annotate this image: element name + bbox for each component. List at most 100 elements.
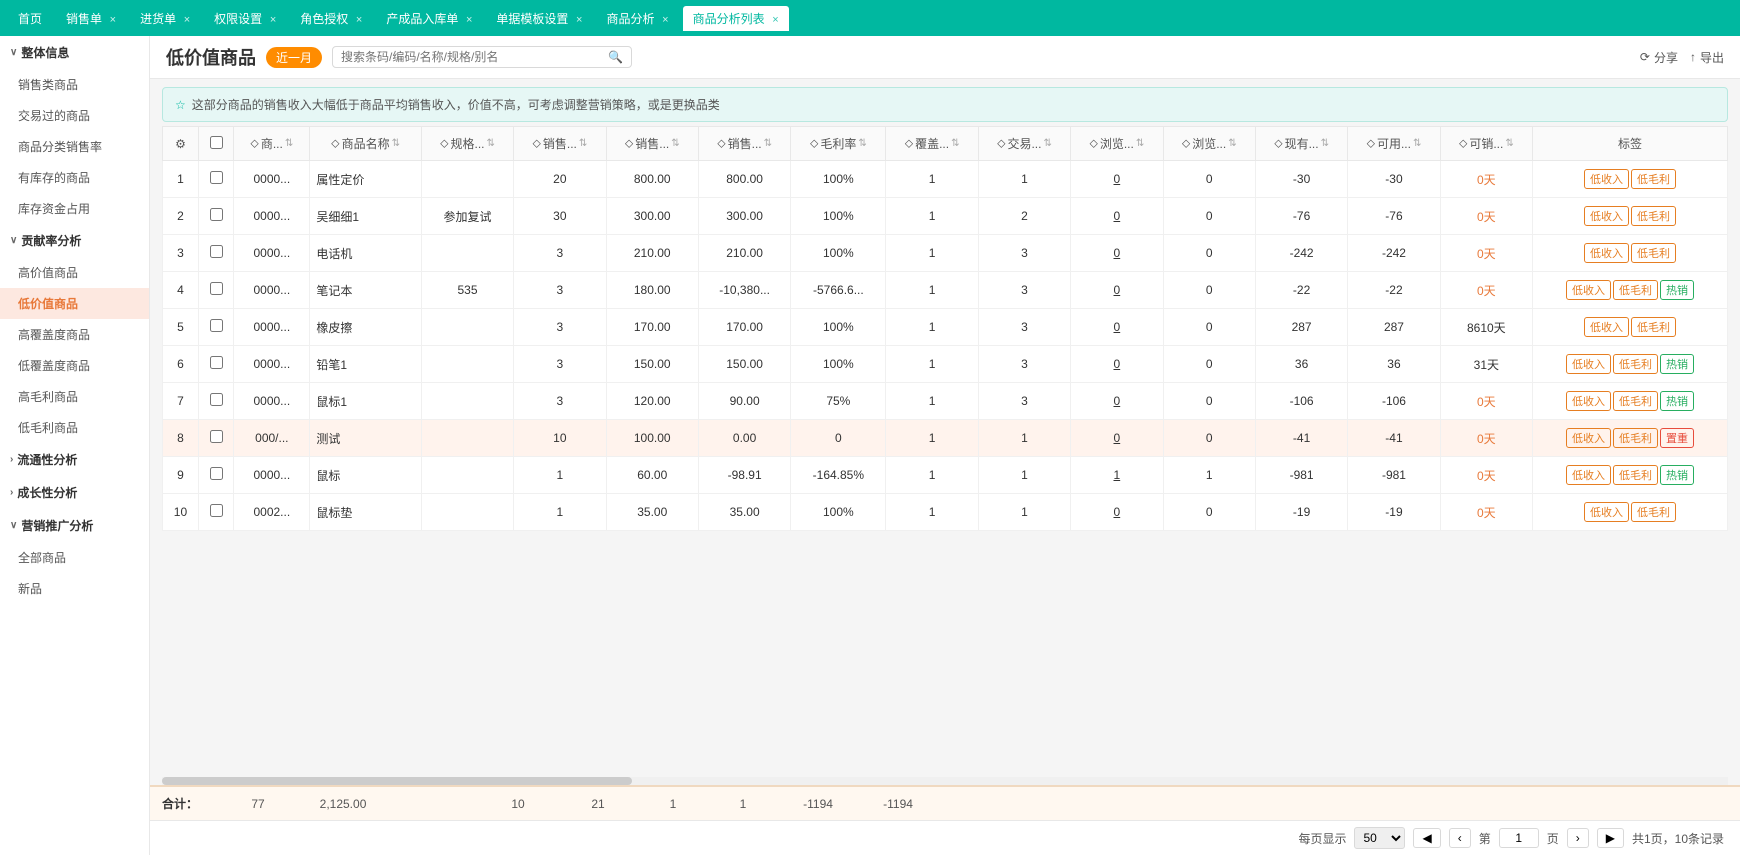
sidebar-item-low-margin[interactable]: 低毛利商品 bbox=[0, 412, 149, 443]
col-settings[interactable]: ⚙ bbox=[163, 127, 199, 161]
col-tags[interactable]: 标签 bbox=[1533, 127, 1728, 161]
row-checkbox[interactable] bbox=[210, 208, 223, 221]
select-all-checkbox[interactable] bbox=[210, 136, 223, 149]
view1-link[interactable]: 1 bbox=[1114, 468, 1121, 482]
share-button[interactable]: ⟳ 分享 bbox=[1640, 49, 1678, 66]
nav-tab-permissions[interactable]: 权限设置 × bbox=[204, 6, 286, 31]
view1-link[interactable]: 0 bbox=[1114, 283, 1121, 297]
cell-checkbox[interactable] bbox=[198, 198, 233, 235]
search-icon[interactable]: 🔍 bbox=[608, 50, 623, 64]
page-number-input[interactable] bbox=[1499, 828, 1539, 848]
nav-tab-product-analysis-list[interactable]: 商品分析列表 × bbox=[683, 6, 789, 31]
cell-view1[interactable]: 0 bbox=[1071, 309, 1163, 346]
sidebar-section-overall[interactable]: ∨ 整体信息 bbox=[0, 36, 149, 69]
nav-tab-home[interactable]: 首页 bbox=[8, 6, 52, 31]
col-current-stock[interactable]: ⬦ 现有... ⇅ bbox=[1255, 127, 1347, 161]
row-checkbox[interactable] bbox=[210, 282, 223, 295]
row-checkbox[interactable] bbox=[210, 430, 223, 443]
row-checkbox[interactable] bbox=[210, 171, 223, 184]
export-button[interactable]: ↑ 导出 bbox=[1690, 49, 1724, 66]
col-name[interactable]: ⬦ 商品名称 ⇅ bbox=[310, 127, 421, 161]
view1-link[interactable]: 0 bbox=[1114, 246, 1121, 260]
close-product-analysis-list-tab-icon[interactable]: × bbox=[772, 14, 778, 26]
col-sellable[interactable]: ⬦ 可销... ⇅ bbox=[1440, 127, 1532, 161]
view1-link[interactable]: 0 bbox=[1114, 394, 1121, 408]
cell-checkbox[interactable] bbox=[198, 309, 233, 346]
row-checkbox[interactable] bbox=[210, 319, 223, 332]
cell-checkbox[interactable] bbox=[198, 235, 233, 272]
sidebar-item-high-coverage[interactable]: 高覆盖度商品 bbox=[0, 319, 149, 350]
cell-view1[interactable]: 0 bbox=[1071, 420, 1163, 457]
cell-view1[interactable]: 0 bbox=[1071, 161, 1163, 198]
nav-tab-purchase[interactable]: 进货单 × bbox=[130, 6, 200, 31]
close-sales-tab-icon[interactable]: × bbox=[110, 14, 116, 26]
cell-view1[interactable]: 0 bbox=[1071, 494, 1163, 531]
close-product-analysis-tab-icon[interactable]: × bbox=[662, 14, 668, 26]
sidebar-section-contribution[interactable]: ∨ 贡献率分析 bbox=[0, 224, 149, 257]
nav-tab-sales[interactable]: 销售单 × bbox=[56, 6, 126, 31]
sidebar-section-growth[interactable]: › 成长性分析 bbox=[0, 476, 149, 509]
page-size-select[interactable]: 50 10 20 100 bbox=[1354, 827, 1405, 849]
cell-checkbox[interactable] bbox=[198, 346, 233, 383]
close-product-storage-tab-icon[interactable]: × bbox=[466, 14, 472, 26]
cell-view1[interactable]: 1 bbox=[1071, 457, 1163, 494]
view1-link[interactable]: 0 bbox=[1114, 209, 1121, 223]
col-checkbox-header[interactable] bbox=[198, 127, 233, 161]
col-sales-amount[interactable]: ⬦ 销售... ⇅ bbox=[606, 127, 698, 161]
close-roles-tab-icon[interactable]: × bbox=[356, 14, 362, 26]
col-view1[interactable]: ⬦ 浏览... ⇅ bbox=[1071, 127, 1163, 161]
search-input[interactable] bbox=[341, 50, 608, 64]
close-purchase-tab-icon[interactable]: × bbox=[184, 14, 190, 26]
row-checkbox[interactable] bbox=[210, 504, 223, 517]
sidebar-item-high-value[interactable]: 高价值商品 bbox=[0, 257, 149, 288]
sidebar-item-high-margin[interactable]: 高毛利商品 bbox=[0, 381, 149, 412]
sidebar-item-new-products[interactable]: 新品 bbox=[0, 573, 149, 604]
scrollbar-thumb[interactable] bbox=[162, 777, 632, 785]
col-gross-margin[interactable]: ⬦ 毛利率 ⇅ bbox=[791, 127, 886, 161]
sidebar-item-low-value[interactable]: 低价值商品 bbox=[0, 288, 149, 319]
sidebar-item-traded-products[interactable]: 交易过的商品 bbox=[0, 100, 149, 131]
cell-view1[interactable]: 0 bbox=[1071, 272, 1163, 309]
next-page-button[interactable]: › bbox=[1567, 828, 1589, 848]
view1-link[interactable]: 0 bbox=[1114, 320, 1121, 334]
sidebar-item-category-sales-rate[interactable]: 商品分类销售率 bbox=[0, 131, 149, 162]
cell-view1[interactable]: 0 bbox=[1071, 346, 1163, 383]
sidebar-section-liquidity[interactable]: › 流通性分析 bbox=[0, 443, 149, 476]
view1-link[interactable]: 0 bbox=[1114, 431, 1121, 445]
col-transaction[interactable]: ⬦ 交易... ⇅ bbox=[978, 127, 1070, 161]
cell-checkbox[interactable] bbox=[198, 161, 233, 198]
cell-checkbox[interactable] bbox=[198, 457, 233, 494]
sidebar-item-low-coverage[interactable]: 低覆盖度商品 bbox=[0, 350, 149, 381]
col-view2[interactable]: ⬦ 浏览... ⇅ bbox=[1163, 127, 1255, 161]
view1-link[interactable]: 0 bbox=[1114, 357, 1121, 371]
row-checkbox[interactable] bbox=[210, 245, 223, 258]
col-sales-qty[interactable]: ⬦ 销售... ⇅ bbox=[514, 127, 606, 161]
col-code[interactable]: ⬦ 商... ⇅ bbox=[234, 127, 310, 161]
nav-tab-product-analysis[interactable]: 商品分析 × bbox=[596, 6, 678, 31]
sidebar-section-marketing[interactable]: ∨ 营销推广分析 bbox=[0, 509, 149, 542]
sidebar-item-sales-products[interactable]: 销售类商品 bbox=[0, 69, 149, 100]
col-sales-profit[interactable]: ⬦ 销售... ⇅ bbox=[698, 127, 790, 161]
cell-checkbox[interactable] bbox=[198, 383, 233, 420]
row-checkbox[interactable] bbox=[210, 393, 223, 406]
cell-view1[interactable]: 0 bbox=[1071, 198, 1163, 235]
cell-view1[interactable]: 0 bbox=[1071, 383, 1163, 420]
horizontal-scrollbar[interactable] bbox=[162, 777, 1728, 785]
nav-tab-template[interactable]: 单据模板设置 × bbox=[486, 6, 592, 31]
col-coverage[interactable]: ⬦ 覆盖... ⇅ bbox=[886, 127, 978, 161]
nav-tab-product-storage[interactable]: 产成品入库单 × bbox=[376, 6, 482, 31]
sidebar-item-inventory-funds[interactable]: 库存资金占用 bbox=[0, 193, 149, 224]
cell-checkbox[interactable] bbox=[198, 272, 233, 309]
nav-tab-roles[interactable]: 角色授权 × bbox=[290, 6, 372, 31]
last-page-button[interactable]: ▶ bbox=[1597, 828, 1624, 848]
row-checkbox[interactable] bbox=[210, 467, 223, 480]
sidebar-item-all-products[interactable]: 全部商品 bbox=[0, 542, 149, 573]
cell-view1[interactable]: 0 bbox=[1071, 235, 1163, 272]
row-checkbox[interactable] bbox=[210, 356, 223, 369]
close-permissions-tab-icon[interactable]: × bbox=[270, 14, 276, 26]
cell-checkbox[interactable] bbox=[198, 420, 233, 457]
close-template-tab-icon[interactable]: × bbox=[576, 14, 582, 26]
col-spec[interactable]: ⬦ 规格... ⇅ bbox=[421, 127, 513, 161]
period-button[interactable]: 近一月 bbox=[266, 47, 322, 68]
col-available-stock[interactable]: ⬦ 可用... ⇅ bbox=[1348, 127, 1440, 161]
